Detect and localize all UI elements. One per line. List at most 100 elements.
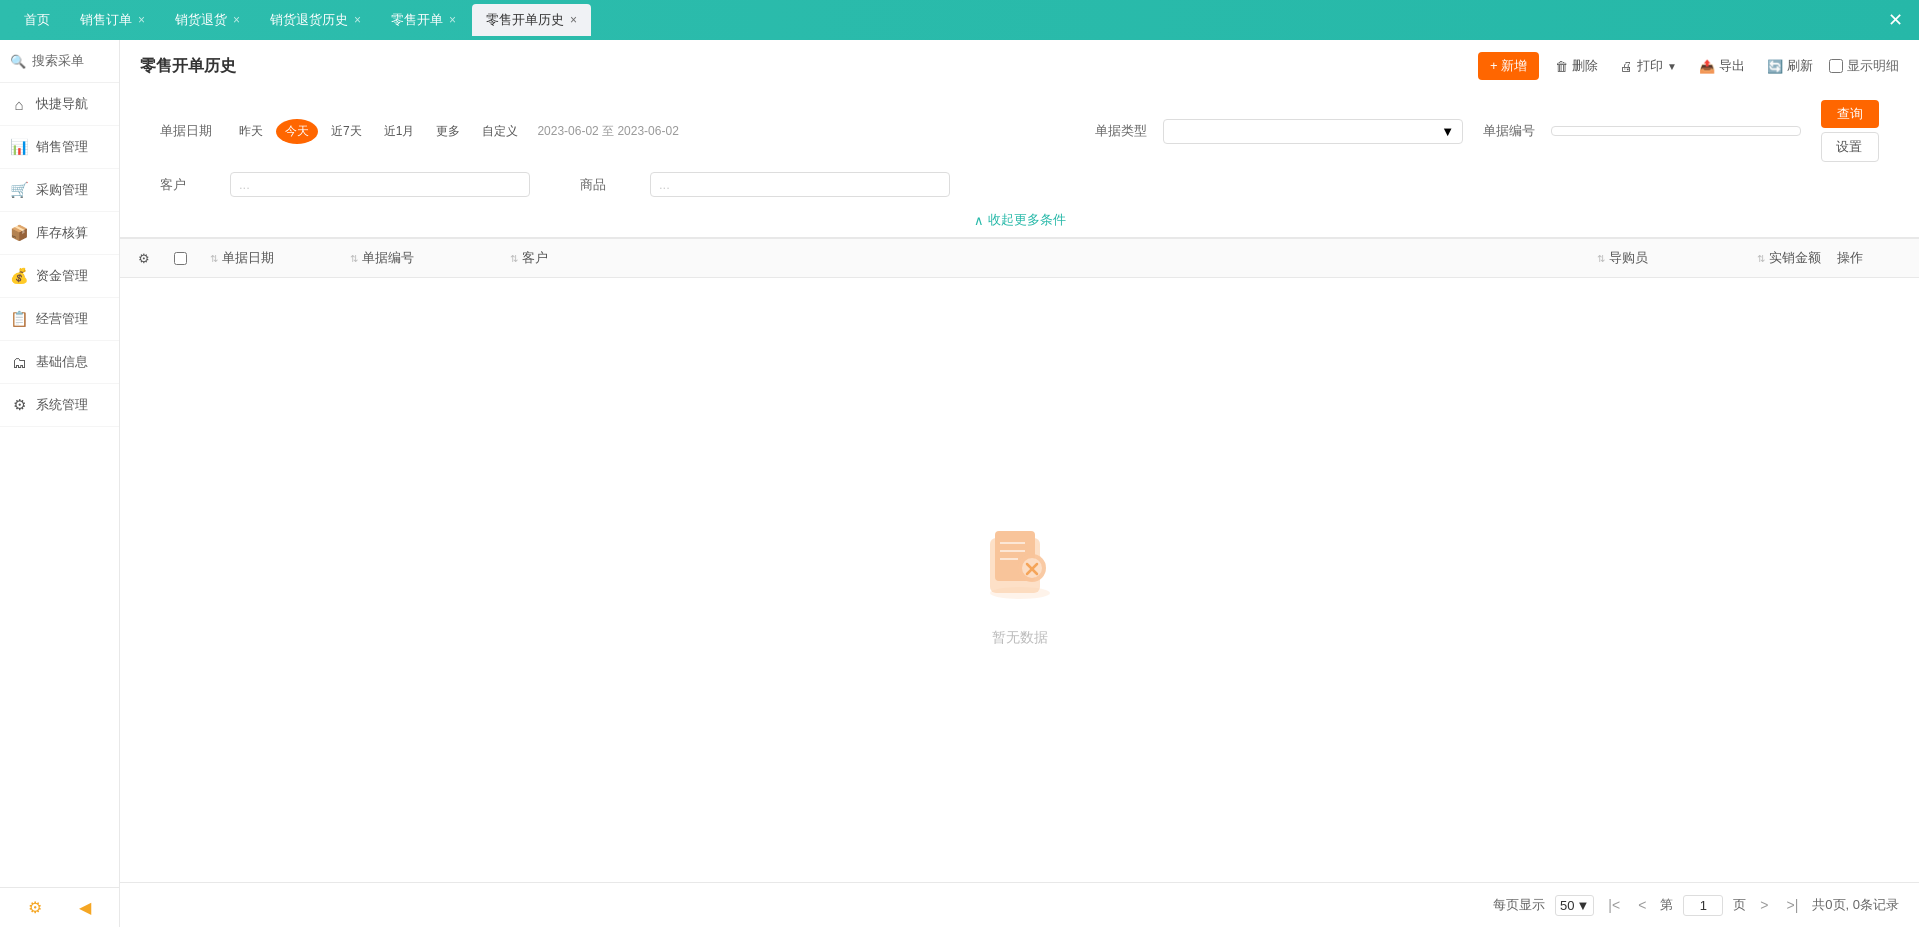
goods-filter-input[interactable]: ...	[650, 172, 950, 197]
sidebar-icon-7: ⚙	[10, 396, 28, 414]
sort-icon: ⇅	[210, 253, 218, 264]
sidebar-icon-1: 📊	[10, 138, 28, 156]
sidebar-item-2[interactable]: 🛒 采购管理	[0, 169, 119, 212]
date-btn-custom[interactable]: 自定义	[473, 119, 527, 144]
sidebar-item-1[interactable]: 📊 销售管理	[0, 126, 119, 169]
date-btn-1month[interactable]: 近1月	[375, 119, 424, 144]
sidebar-icon-3: 📦	[10, 224, 28, 242]
print-icon: 🖨	[1620, 59, 1633, 74]
show-detail-checkbox[interactable]	[1829, 59, 1843, 73]
tab-close-icon[interactable]: ×	[233, 13, 240, 27]
th-checkbox[interactable]	[166, 252, 202, 265]
setting-button[interactable]: 设置	[1821, 132, 1879, 162]
date-btn-7days[interactable]: 近7天	[322, 119, 371, 144]
empty-illustration	[970, 513, 1070, 613]
sidebar-item-7[interactable]: ⚙ 系统管理	[0, 384, 119, 427]
page-last-button[interactable]: >|	[1783, 895, 1803, 915]
pagination: 每页显示 50 ▼ |< < 第 页 > >| 共0页, 0条记录	[120, 882, 1919, 927]
collapse-arrow-icon: ∧	[974, 213, 984, 228]
settings-col-icon: ⚙	[138, 251, 150, 266]
delete-button[interactable]: 🗑 删除	[1549, 53, 1604, 79]
sidebar-item-5[interactable]: 📋 经营管理	[0, 298, 119, 341]
num-filter-input[interactable]	[1551, 126, 1801, 136]
th-guide[interactable]: ⇅ 导购员	[1589, 249, 1709, 267]
page-label: 页	[1733, 896, 1746, 914]
tab-零售开单[interactable]: 零售开单 ×	[377, 4, 470, 36]
sidebar-item-3[interactable]: 📦 库存核算	[0, 212, 119, 255]
tab-label: 销货退货历史	[270, 11, 348, 29]
tab-销货退货历史[interactable]: 销货退货历史 ×	[256, 4, 375, 36]
sidebar-item-label-4: 资金管理	[36, 267, 88, 285]
page-size-select[interactable]: 50 ▼	[1555, 895, 1594, 916]
type-filter-label: 单据类型	[1095, 122, 1155, 140]
collapse-button[interactable]: ∧ 收起更多条件	[974, 211, 1066, 229]
tab-label: 零售开单历史	[486, 11, 564, 29]
sidebar-item-6[interactable]: 🗂 基础信息	[0, 341, 119, 384]
content-area: 零售开单历史 + 新增 🗑 删除 🖨 打印 ▼ 📤	[120, 40, 1919, 927]
page-number-input[interactable]	[1683, 895, 1723, 916]
print-button[interactable]: 🖨 打印 ▼	[1614, 53, 1683, 79]
export-icon: 📤	[1699, 59, 1715, 74]
type-select-arrow: ▼	[1441, 124, 1454, 139]
sidebar-item-label-7: 系统管理	[36, 396, 88, 414]
tab-首页[interactable]: 首页	[10, 4, 64, 36]
sidebar-search-label: 搜索采单	[32, 52, 84, 70]
sidebar-item-label-2: 采购管理	[36, 181, 88, 199]
sort-icon: ⇅	[1597, 253, 1605, 264]
refresh-button[interactable]: 🔄 刷新	[1761, 53, 1819, 79]
tab-label: 零售开单	[391, 11, 443, 29]
page-next-button[interactable]: >	[1756, 895, 1772, 915]
sort-icon: ⇅	[510, 253, 518, 264]
top-bar: 首页销售订单 × 销货退货 × 销货退货历史 × 零售开单 × 零售开单历史 × ✕	[0, 0, 1919, 40]
type-filter-select[interactable]: ▼	[1163, 119, 1463, 144]
page-first-button[interactable]: |<	[1604, 895, 1624, 915]
table-wrapper: ⚙ ⇅ 单据日期 ⇅ 单据编号 ⇅ 客户 ⇅	[120, 238, 1919, 882]
date-buttons: 昨天 今天 近7天 近1月 更多 自定义	[230, 119, 527, 144]
tab-销货退货[interactable]: 销货退货 ×	[161, 4, 254, 36]
sidebar-item-0[interactable]: ⌂ 快捷导航	[0, 83, 119, 126]
page-title-row: 零售开单历史 + 新增 🗑 删除 🖨 打印 ▼ 📤	[140, 52, 1899, 80]
sort-icon: ⇅	[350, 253, 358, 264]
tab-close-icon[interactable]: ×	[449, 13, 456, 27]
show-detail-toggle[interactable]: 显示明细	[1829, 57, 1899, 75]
export-button[interactable]: 📤 导出	[1693, 53, 1751, 79]
sidebar-search[interactable]: 🔍 搜索采单	[0, 40, 119, 83]
sort-icon: ⇅	[1757, 253, 1765, 264]
page-size-arrow: ▼	[1576, 898, 1589, 913]
table-header: ⚙ ⇅ 单据日期 ⇅ 单据编号 ⇅ 客户 ⇅	[120, 238, 1919, 278]
date-btn-yesterday[interactable]: 昨天	[230, 119, 272, 144]
add-button[interactable]: + 新增	[1478, 52, 1539, 80]
th-action: 操作	[1829, 249, 1909, 267]
th-date[interactable]: ⇅ 单据日期	[202, 249, 342, 267]
sidebar-icon-6: 🗂	[10, 354, 28, 371]
tab-label: 销货退货	[175, 11, 227, 29]
empty-text: 暂无数据	[992, 629, 1048, 647]
window-close-button[interactable]: ✕	[1882, 9, 1909, 31]
sidebar-item-4[interactable]: 💰 资金管理	[0, 255, 119, 298]
tab-label: 销售订单	[80, 11, 132, 29]
tab-close-icon[interactable]: ×	[138, 13, 145, 27]
date-btn-more[interactable]: 更多	[427, 119, 469, 144]
th-amount[interactable]: ⇅ 实销金额	[1709, 249, 1829, 267]
tab-close-icon[interactable]: ×	[354, 13, 361, 27]
customer-filter-input[interactable]: ...	[230, 172, 530, 197]
collapse-sidebar-icon[interactable]: ◀	[79, 898, 91, 917]
tab-零售开单历史[interactable]: 零售开单历史 ×	[472, 4, 591, 36]
goods-filter-label: 商品	[580, 176, 640, 194]
sidebar-icon-4: 💰	[10, 267, 28, 285]
tab-close-icon[interactable]: ×	[570, 13, 577, 27]
th-customer[interactable]: ⇅ 客户	[502, 249, 1589, 267]
filter-row-1: 单据日期 昨天 今天 近7天 近1月 更多 自定义 2023-06-02 至 2…	[160, 100, 1879, 162]
date-btn-today[interactable]: 今天	[276, 119, 318, 144]
settings-icon[interactable]: ⚙	[28, 898, 42, 917]
query-button-main[interactable]: 查询	[1821, 100, 1879, 128]
refresh-icon: 🔄	[1767, 59, 1783, 74]
page-prev-button[interactable]: <	[1634, 895, 1650, 915]
page-title: 零售开单历史	[140, 56, 236, 77]
th-settings[interactable]: ⚙	[130, 251, 166, 266]
tab-bar: 首页销售订单 × 销货退货 × 销货退货历史 × 零售开单 × 零售开单历史 ×	[10, 4, 1882, 36]
th-num[interactable]: ⇅ 单据编号	[342, 249, 502, 267]
empty-state: 暂无数据	[120, 278, 1919, 882]
select-all-checkbox[interactable]	[174, 252, 187, 265]
tab-销售订单[interactable]: 销售订单 ×	[66, 4, 159, 36]
